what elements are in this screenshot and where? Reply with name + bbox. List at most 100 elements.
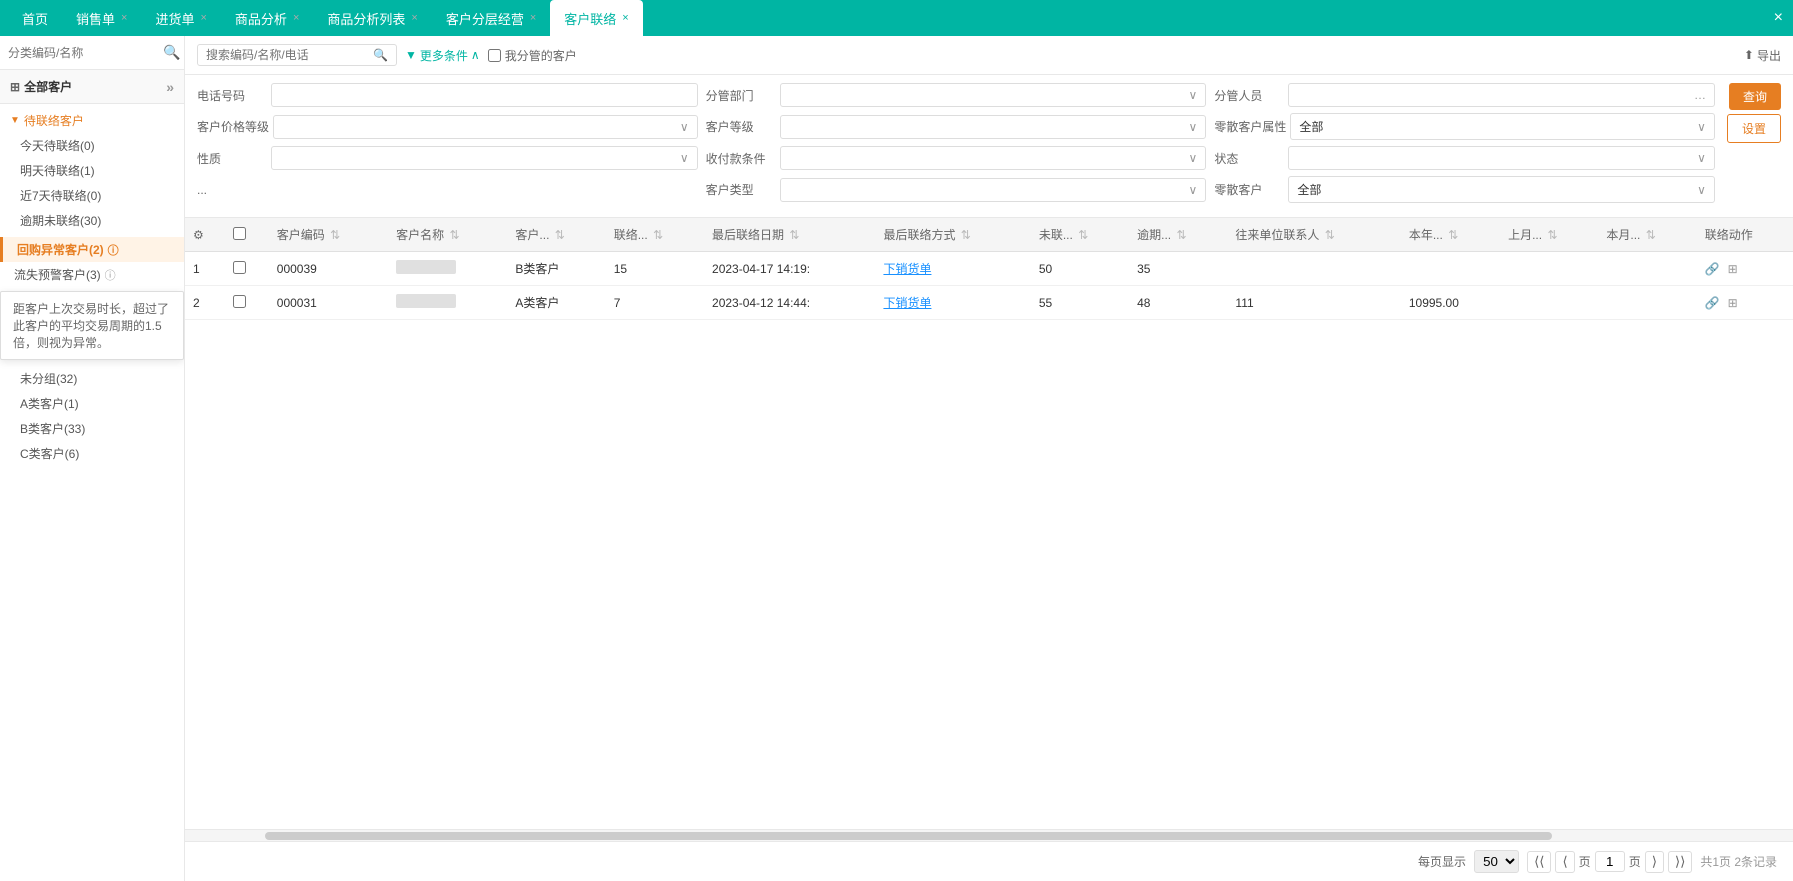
type-select[interactable]: ∨ [780, 178, 1207, 202]
my-customer-checkbox[interactable] [488, 49, 501, 62]
sort-icon-last-month[interactable]: ⇅ [1547, 228, 1557, 242]
sidebar-abnormal-repurchase[interactable]: 回购异常客户(2) ⓘ [0, 237, 184, 262]
sidebar-collapse-icon[interactable]: » [166, 79, 174, 95]
pay-select[interactable]: ∨ [780, 146, 1207, 170]
sort-icon-uncontacted[interactable]: ⇅ [1078, 228, 1088, 242]
sidebar-a-class[interactable]: A类客户(1) [0, 391, 184, 416]
nav-sales[interactable]: 销售单 × [62, 0, 141, 36]
sort-icon-method[interactable]: ⇅ [961, 228, 971, 242]
filter-icon: ▼ [405, 48, 417, 62]
row2-checkbox[interactable] [225, 286, 269, 320]
retail2-select[interactable]: 全部 ∨ [1288, 176, 1715, 203]
search-input[interactable] [206, 48, 373, 62]
sidebar-ungroup[interactable]: 未分组(32) [0, 366, 184, 391]
dept-arrow-icon: ∨ [1189, 88, 1198, 102]
abnormal-tooltip: 距客户上次交易时长，超过了此客户的平均交易周期的1.5倍，则视为异常。 [0, 291, 184, 360]
col-contact-count: 联络... ⇅ [606, 218, 704, 252]
row1-this-month [1598, 252, 1696, 286]
sidebar-today-contact[interactable]: 今天待联络(0) [0, 133, 184, 158]
col-settings[interactable]: ⚙ [185, 218, 225, 252]
col-actions: 联络动作 [1697, 218, 1793, 252]
col-checkbox[interactable] [225, 218, 269, 252]
nav-purchase-close[interactable]: × [200, 12, 206, 24]
window-close-icon[interactable]: × [1774, 9, 1783, 27]
sidebar-search-input[interactable] [8, 46, 163, 60]
nav-product-list[interactable]: 商品分析列表 × [313, 0, 431, 36]
nav-home[interactable]: 首页 [8, 0, 62, 36]
nav-customer-contact[interactable]: 客户联络 × [550, 0, 642, 36]
nav-customer-contact-close[interactable]: × [622, 12, 628, 24]
level-select[interactable]: ∨ [780, 115, 1207, 139]
export-btn[interactable]: ⬆ 导出 [1744, 47, 1781, 64]
horizontal-scrollbar[interactable] [185, 829, 1793, 841]
nav-customer-tier-close[interactable]: × [530, 12, 536, 24]
sort-icon-year[interactable]: ⇅ [1448, 228, 1458, 242]
price-grade-filter: 客户价格等级 ∨ [197, 115, 698, 139]
nav-product-list-close[interactable]: × [411, 12, 417, 24]
sort-icon-name[interactable]: ⇅ [449, 228, 459, 242]
col-uncontacted: 未联... ⇅ [1031, 218, 1129, 252]
more-conditions-btn[interactable]: ▼ 更多条件 ∧ [405, 47, 480, 64]
nav-purchase[interactable]: 进货单 × [141, 0, 220, 36]
nav-product-analysis[interactable]: 商品分析 × [221, 0, 313, 36]
table-row: 1 000039 B类客户 15 2023-04-17 14:19: 下销货单 … [185, 252, 1793, 286]
status-arrow: ∨ [1697, 151, 1706, 165]
row1-overdue: 35 [1129, 252, 1227, 286]
settings-button[interactable]: 设置 [1727, 114, 1781, 143]
prev-page-btn[interactable]: ⟨ [1555, 851, 1574, 873]
all-customers-header[interactable]: ⊞ 全部客户 » [0, 70, 184, 104]
scrollbar-thumb[interactable] [265, 832, 1551, 840]
phone-input[interactable] [271, 83, 698, 107]
sidebar-tomorrow-contact[interactable]: 明天待联络(1) [0, 158, 184, 183]
row2-contact: 7 [606, 286, 704, 320]
main-layout: 🔍 ⊞ 全部客户 » ▼ 待联络客户 今天待联络(0) 明天待联络(1) 近7天… [0, 36, 1793, 881]
row2-method[interactable]: 下销货单 [875, 286, 1030, 320]
row1-contacts-person [1227, 252, 1400, 286]
pagination: 每页显示 50 ⟨⟨ ⟨ 页 页 ⟩ ⟩⟩ 共1页 2条记录 [185, 841, 1793, 881]
search-icon[interactable]: 🔍 [373, 48, 388, 62]
person-filter: 分管人员 … [1214, 83, 1715, 107]
sidebar-overdue-contact[interactable]: 逾期未联络(30) [0, 208, 184, 233]
row2-actions: 🔗 ⊞ [1697, 286, 1793, 320]
nav-product-analysis-close[interactable]: × [293, 12, 299, 24]
last-page-btn[interactable]: ⟩⟩ [1668, 851, 1692, 873]
sidebar-c-class[interactable]: C类客户(6) [0, 441, 184, 466]
sort-icon-overdue[interactable]: ⇅ [1176, 228, 1186, 242]
price-grade-select[interactable]: ∨ [273, 115, 698, 139]
sort-icon-date[interactable]: ⇅ [789, 228, 799, 242]
sidebar-search-icon[interactable]: 🔍 [163, 44, 180, 61]
gender-select[interactable]: ∨ [271, 146, 698, 170]
row1-grid-icon[interactable]: ⊞ [1728, 262, 1738, 276]
row1-checkbox[interactable] [225, 252, 269, 286]
row2-grid-icon[interactable]: ⊞ [1728, 296, 1738, 310]
table-row: 2 000031 A类客户 7 2023-04-12 14:44: 下销货单 5… [185, 286, 1793, 320]
sort-icon-code[interactable]: ⇅ [330, 228, 340, 242]
person-select[interactable]: … [1288, 83, 1715, 107]
sidebar-7days-contact[interactable]: 近7天待联络(0) [0, 183, 184, 208]
row1-actions: 🔗 ⊞ [1697, 252, 1793, 286]
sort-icon-contacts[interactable]: ⇅ [1325, 228, 1335, 242]
row1-link-icon[interactable]: 🔗 [1705, 262, 1720, 276]
per-page-select[interactable]: 50 [1474, 850, 1519, 873]
sidebar-b-class[interactable]: B类客户(33) [0, 416, 184, 441]
pending-contact-title[interactable]: ▼ 待联络客户 [0, 108, 184, 133]
row2-link-icon[interactable]: 🔗 [1705, 296, 1720, 310]
row2-uncontacted: 55 [1031, 286, 1129, 320]
sidebar-churn-warning[interactable]: 流失预警客户(3) ⓘ [0, 262, 184, 287]
first-page-btn[interactable]: ⟨⟨ [1527, 851, 1551, 873]
nav-customer-tier[interactable]: 客户分层经营 × [432, 0, 550, 36]
col-this-month: 本月... ⇅ [1598, 218, 1696, 252]
row1-method[interactable]: 下销货单 [875, 252, 1030, 286]
next-page-btn[interactable]: ⟩ [1645, 851, 1664, 873]
sidebar: 🔍 ⊞ 全部客户 » ▼ 待联络客户 今天待联络(0) 明天待联络(1) 近7天… [0, 36, 185, 881]
sort-icon-this-month[interactable]: ⇅ [1646, 228, 1656, 242]
sort-icon-level[interactable]: ⇅ [555, 228, 565, 242]
page-input[interactable] [1595, 851, 1625, 872]
retail-attr-select[interactable]: 全部 ∨ [1290, 113, 1715, 140]
pay-arrow: ∨ [1189, 151, 1198, 165]
sort-icon-contact[interactable]: ⇅ [653, 228, 663, 242]
nav-sales-close[interactable]: × [121, 12, 127, 24]
status-select[interactable]: ∨ [1288, 146, 1715, 170]
query-button[interactable]: 查询 [1729, 83, 1781, 110]
dept-select[interactable]: ∨ [780, 83, 1207, 107]
